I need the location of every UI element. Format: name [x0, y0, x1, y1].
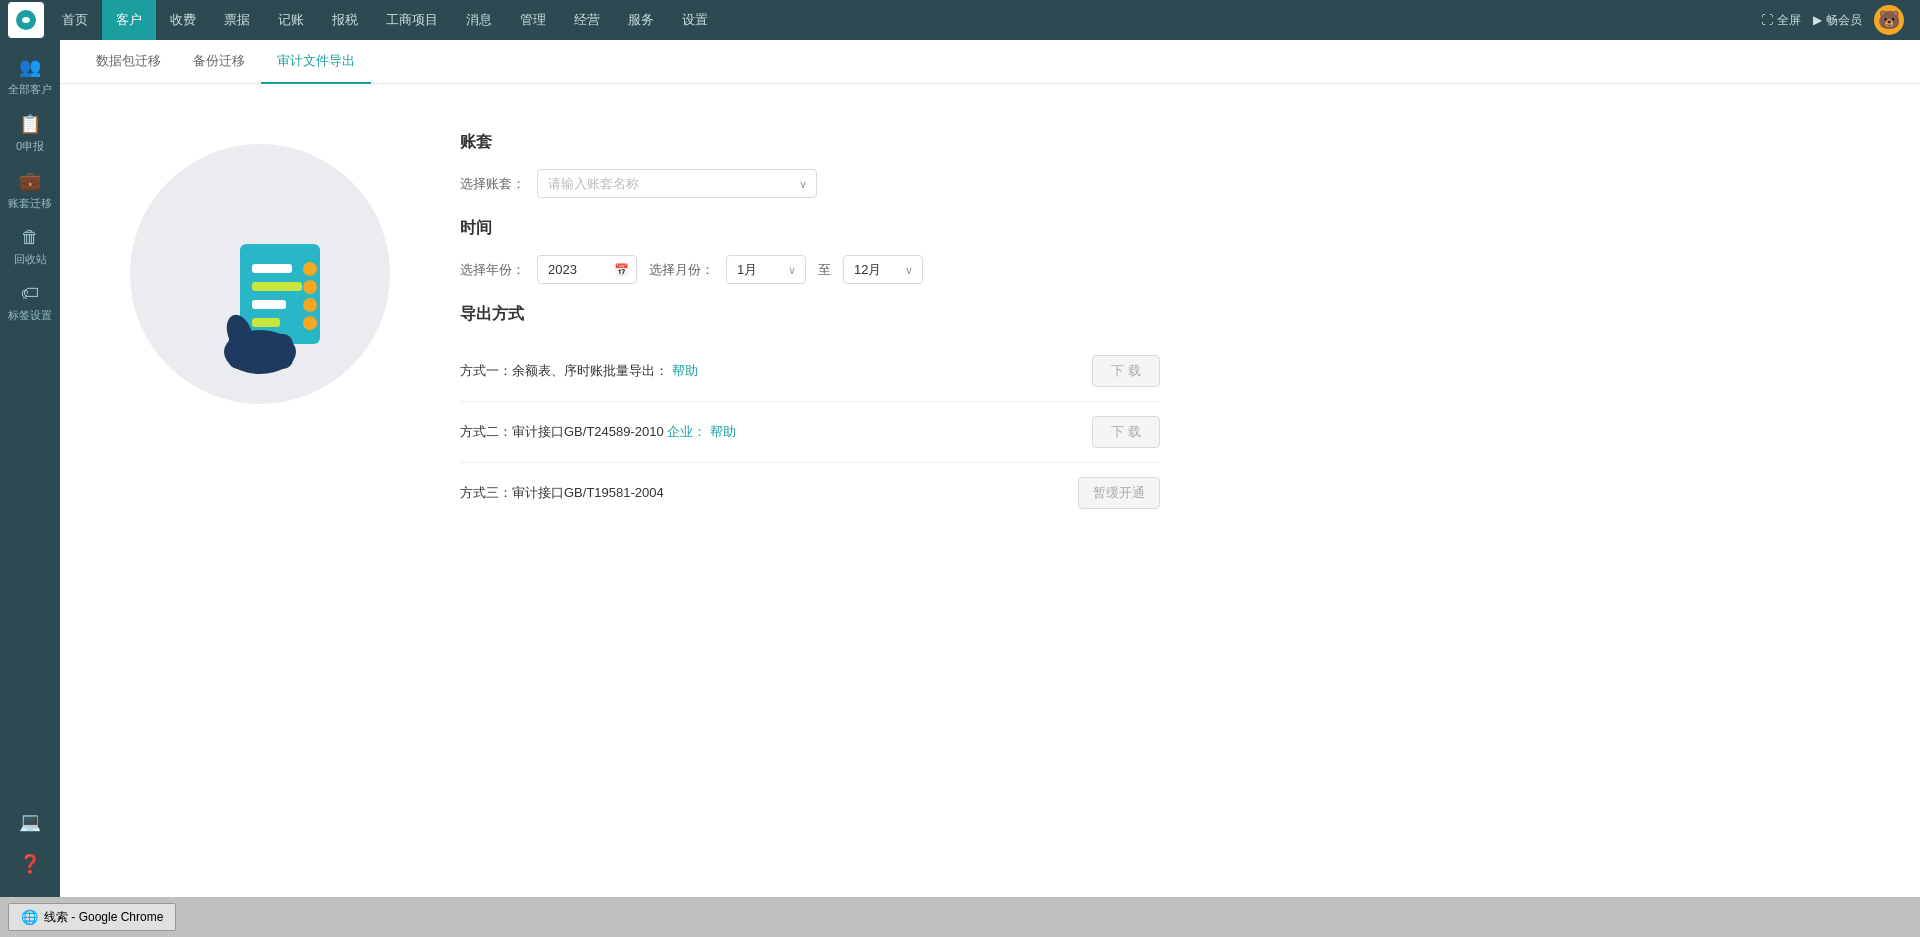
svg-point-9 [303, 316, 317, 330]
taskbar: 🌐 线索 - Google Chrome [0, 897, 1920, 937]
method-row-1: 方式一：余额表、序时账批量导出： 帮助 下 载 [460, 341, 1160, 402]
main-layout: 👥 全部客户 📋 0申报 💼 账套迁移 🗑 回收站 🏷 标签设置 💻 ❓ 数据包… [0, 40, 1920, 897]
tab-backup-migration[interactable]: 备份迁移 [177, 40, 261, 84]
export-section-title: 导出方式 [460, 304, 1160, 325]
account-section-title: 账套 [460, 132, 1160, 153]
account-select-label: 选择账套： [460, 175, 525, 193]
migration-icon: 💼 [19, 170, 41, 192]
from-month-wrapper: 1月2月3月4月5月6月7月8月9月10月11月12月 [726, 255, 806, 284]
year-label: 选择年份： [460, 261, 525, 279]
method-row-2: 方式二：审计接口GB/T24589-2010 企业： 帮助 下 载 [460, 402, 1160, 463]
year-input[interactable] [537, 255, 637, 284]
svg-point-6 [303, 262, 317, 276]
sidebar: 👥 全部客户 📋 0申报 💼 账套迁移 🗑 回收站 🏷 标签设置 💻 ❓ [0, 40, 60, 897]
method-1-text: 方式一：余额表、序时账批量导出： 帮助 [460, 362, 698, 380]
year-input-wrapper [537, 255, 637, 284]
to-label: 至 [818, 261, 831, 279]
sidebar-item-zero-declaration[interactable]: 📋 0申报 [2, 105, 58, 162]
svg-rect-12 [228, 334, 293, 369]
account-select[interactable]: 请输入账套名称 [537, 169, 817, 198]
logo[interactable] [8, 2, 44, 38]
method-2-enterprise-link[interactable]: 企业： [667, 424, 706, 439]
nav-settings[interactable]: 设置 [668, 0, 722, 40]
method-1-help-link[interactable]: 帮助 [672, 363, 698, 378]
to-month-select[interactable]: 1月2月3月4月5月6月7月8月9月10月11月12月 [843, 255, 923, 284]
customers-icon: 👥 [19, 56, 41, 78]
tab-audit-export[interactable]: 审计文件导出 [261, 40, 371, 84]
fullscreen-icon: ⛶ [1761, 13, 1773, 27]
sidebar-item-recycle-bin[interactable]: 🗑 回收站 [2, 219, 58, 275]
svg-rect-2 [252, 264, 292, 273]
time-row: 选择年份： 选择月份： 1月2月3月4月5月6月7月8月9月10月11月12月 … [460, 255, 1160, 284]
nav-invoices[interactable]: 票据 [210, 0, 264, 40]
nav-business[interactable]: 工商项目 [372, 0, 452, 40]
nav-items: 首页 客户 收费 票据 记账 报税 工商项目 消息 管理 经营 服务 设置 [48, 0, 1761, 40]
svg-point-8 [303, 298, 317, 312]
method-2-help-link[interactable]: 帮助 [710, 424, 736, 439]
nav-home[interactable]: 首页 [48, 0, 102, 40]
sidebar-item-account-migration[interactable]: 💼 账套迁移 [2, 162, 58, 219]
account-select-row: 选择账套： 请输入账套名称 [460, 169, 1160, 198]
to-month-wrapper: 1月2月3月4月5月6月7月8月9月10月11月12月 [843, 255, 923, 284]
content-area: 数据包迁移 备份迁移 审计文件导出 [60, 40, 1920, 897]
illustration-area [120, 124, 400, 857]
vip-btn[interactable]: ▶ 畅会员 [1813, 12, 1862, 29]
nav-operations[interactable]: 经营 [560, 0, 614, 40]
tag-icon: 🏷 [21, 283, 39, 304]
taskbar-item-chrome[interactable]: 🌐 线索 - Google Chrome [8, 903, 176, 931]
avatar[interactable]: 🐻 [1874, 5, 1904, 35]
from-month-select[interactable]: 1月2月3月4月5月6月7月8月9月10月11月12月 [726, 255, 806, 284]
svg-rect-5 [252, 318, 280, 327]
method-2-text: 方式二：审计接口GB/T24589-2010 企业： 帮助 [460, 423, 736, 441]
month-label: 选择月份： [649, 261, 714, 279]
illustration-circle [130, 144, 390, 404]
nav-right: ⛶ 全屏 ▶ 畅会员 🐻 [1761, 5, 1920, 35]
svg-rect-4 [252, 300, 286, 309]
nav-manage[interactable]: 管理 [506, 0, 560, 40]
tab-bar: 数据包迁移 备份迁移 审计文件导出 [60, 40, 1920, 84]
form-area: 账套 选择账套： 请输入账套名称 时间 选择年份： 选择 [460, 124, 1160, 857]
sidebar-item-all-customers[interactable]: 👥 全部客户 [2, 48, 58, 105]
method-2-download-btn[interactable]: 下 载 [1092, 416, 1160, 448]
nav-messages[interactable]: 消息 [452, 0, 506, 40]
monitor-icon[interactable]: 💻 [13, 805, 47, 839]
top-nav: 首页 客户 收费 票据 记账 报税 工商项目 消息 管理 经营 服务 设置 ⛶ … [0, 0, 1920, 40]
svg-rect-3 [252, 282, 302, 291]
page-content: 账套 选择账套： 请输入账套名称 时间 选择年份： 选择 [60, 84, 1920, 897]
time-section-title: 时间 [460, 218, 1160, 239]
svg-point-7 [303, 280, 317, 294]
fullscreen-btn[interactable]: ⛶ 全屏 [1761, 12, 1801, 29]
help-icon[interactable]: ❓ [13, 847, 47, 881]
method-1-download-btn[interactable]: 下 载 [1092, 355, 1160, 387]
export-methods: 方式一：余额表、序时账批量导出： 帮助 下 载 方式二：审计接口GB/T2458… [460, 341, 1160, 523]
account-select-wrapper: 请输入账套名称 [537, 169, 817, 198]
declaration-icon: 📋 [19, 113, 41, 135]
method-3-text: 方式三：审计接口GB/T19581-2004 [460, 484, 664, 502]
nav-customers[interactable]: 客户 [102, 0, 156, 40]
illustration-svg [170, 174, 350, 374]
sidebar-bottom: 💻 ❓ [13, 805, 47, 897]
tab-data-migration[interactable]: 数据包迁移 [80, 40, 177, 84]
chrome-icon: 🌐 [21, 909, 38, 925]
nav-accounting[interactable]: 记账 [264, 0, 318, 40]
vip-icon: ▶ [1813, 13, 1822, 27]
nav-tax[interactable]: 报税 [318, 0, 372, 40]
nav-fees[interactable]: 收费 [156, 0, 210, 40]
method-row-3: 方式三：审计接口GB/T19581-2004 暂缓开通 [460, 463, 1160, 523]
sidebar-item-tag-settings[interactable]: 🏷 标签设置 [2, 275, 58, 331]
method-3-coming-soon-btn[interactable]: 暂缓开通 [1078, 477, 1160, 509]
recycle-icon: 🗑 [21, 227, 39, 248]
nav-services[interactable]: 服务 [614, 0, 668, 40]
